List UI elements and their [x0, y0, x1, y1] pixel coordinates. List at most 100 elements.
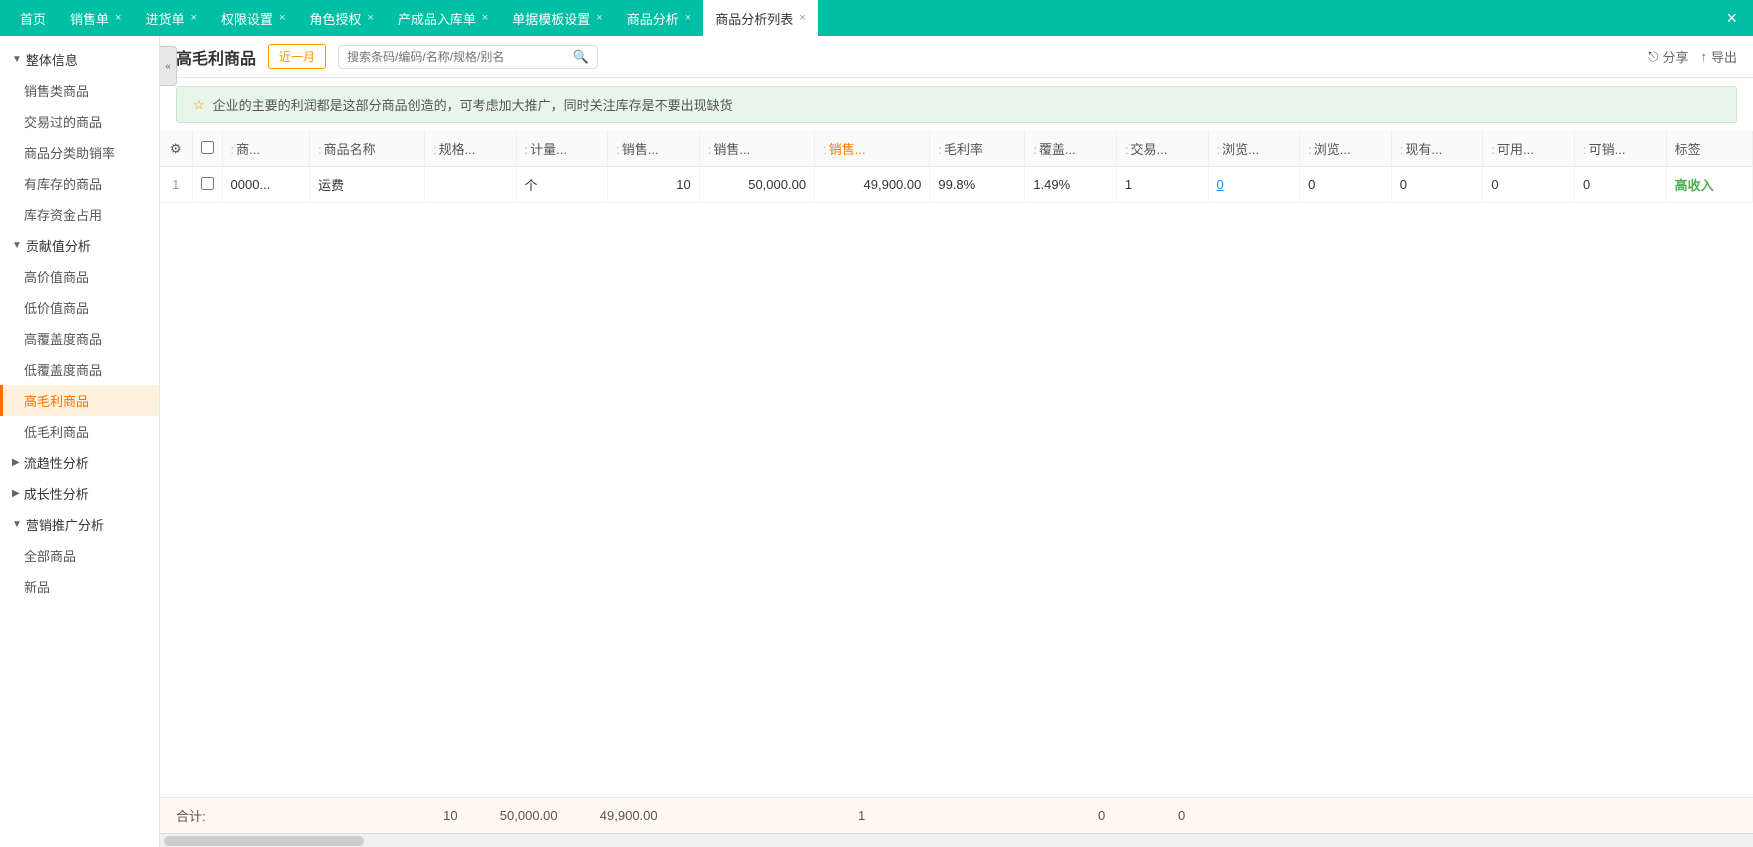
select-all-checkbox[interactable]	[201, 141, 214, 154]
footer-current: 0	[1066, 808, 1146, 823]
arrow-icon-contribution: ▼	[12, 240, 22, 251]
close-analysis-tab[interactable]: ×	[685, 12, 691, 24]
sidebar-item-all-products[interactable]: 全部商品	[0, 540, 159, 571]
col-saleable[interactable]: 可销...	[1574, 131, 1666, 167]
row-browse2: 0	[1300, 167, 1392, 203]
row-index: 1	[160, 167, 192, 203]
footer-values: 10 50,000.00 49,900.00 1 0 0	[286, 808, 1737, 823]
sidebar-item-high-margin[interactable]: 高毛利商品	[0, 385, 159, 416]
footer-empty3	[906, 808, 986, 823]
close-role-tab[interactable]: ×	[367, 12, 373, 24]
footer-empty4	[986, 808, 1066, 823]
info-icon: ☆	[193, 97, 205, 113]
content-area: « 高毛利商品 近一月 🔍 ⎋ 分享 ↑ 导出 ☆ 企	[160, 36, 1753, 847]
footer-sales-amount: 50,000.00	[466, 808, 566, 823]
nav-item-home[interactable]: 首页	[8, 0, 58, 36]
close-inbound-tab[interactable]: ×	[482, 12, 488, 24]
col-spec[interactable]: 规格...	[424, 131, 516, 167]
product-table-container: ⚙ 商... 商品名称 规格... 计量... 销售... 销售... 销售..…	[160, 131, 1753, 811]
col-code[interactable]: 商...	[222, 131, 309, 167]
col-available[interactable]: 可用...	[1483, 131, 1575, 167]
search-icon[interactable]: 🔍	[573, 49, 589, 65]
col-coverage[interactable]: 覆盖...	[1025, 131, 1117, 167]
sidebar-item-stock-capital[interactable]: 库存资金占用	[0, 199, 159, 230]
row-sales-amount: 50,000.00	[699, 167, 814, 203]
share-icon: ⎋	[1648, 49, 1658, 65]
nav-item-permission[interactable]: 权限设置 ×	[209, 0, 297, 36]
nav-item-role[interactable]: 角色授权 ×	[297, 0, 385, 36]
nav-item-purchase[interactable]: 进货单 ×	[133, 0, 208, 36]
arrow-icon-trend: ▶	[12, 457, 20, 468]
sidebar-group-overview[interactable]: ▼ 整体信息	[0, 44, 159, 75]
nav-item-analysis[interactable]: 商品分析 ×	[615, 0, 703, 36]
col-sales-cost[interactable]: 销售...	[815, 131, 930, 167]
row-spec	[424, 167, 516, 203]
row-code: 0000...	[222, 167, 309, 203]
col-current[interactable]: 现有...	[1391, 131, 1483, 167]
close-template-tab[interactable]: ×	[596, 12, 602, 24]
sidebar-group-marketing[interactable]: ▼ 营销推广分析	[0, 509, 159, 540]
nav-item-analysis-list[interactable]: 商品分析列表 ×	[703, 0, 817, 36]
footer-empty1	[666, 808, 746, 823]
row-available: 0	[1483, 167, 1575, 203]
header-actions: ⎋ 分享 ↑ 导出	[1648, 47, 1737, 66]
col-sales-qty[interactable]: 销售...	[608, 131, 700, 167]
col-sales-amount[interactable]: 销售...	[699, 131, 814, 167]
row-gross-rate: 99.8%	[930, 167, 1025, 203]
col-settings[interactable]: ⚙	[160, 131, 192, 167]
row-checkbox[interactable]	[201, 177, 214, 190]
nav-item-template[interactable]: 单据模板设置 ×	[500, 0, 614, 36]
sidebar-group-contribution[interactable]: ▼ 贡献值分析	[0, 230, 159, 261]
sidebar-collapse-button[interactable]: «	[160, 46, 177, 86]
nav-item-sales[interactable]: 销售单 ×	[58, 0, 133, 36]
footer-total-bar: 合计: 10 50,000.00 49,900.00 1 0 0	[160, 797, 1753, 833]
search-input[interactable]	[347, 50, 569, 64]
row-coverage: 1.49%	[1025, 167, 1117, 203]
sidebar-group-trend[interactable]: ▶ 流趋性分析	[0, 447, 159, 478]
footer-empty2	[746, 808, 826, 823]
col-unit[interactable]: 计量...	[516, 131, 608, 167]
row-browse1[interactable]: 0	[1208, 167, 1300, 203]
col-browse2[interactable]: 浏览...	[1300, 131, 1392, 167]
close-all-tabs-button[interactable]: ×	[1718, 8, 1745, 29]
row-name: 运费	[309, 167, 424, 203]
export-button[interactable]: ↑ 导出	[1700, 47, 1737, 66]
col-name[interactable]: 商品名称	[309, 131, 424, 167]
sidebar-item-high-value[interactable]: 高价值商品	[0, 261, 159, 292]
close-sales-tab[interactable]: ×	[115, 12, 121, 24]
arrow-icon: ▼	[12, 54, 22, 65]
page-title: 高毛利商品	[176, 45, 256, 69]
footer-available: 0	[1146, 808, 1226, 823]
row-checkbox-cell[interactable]	[192, 167, 222, 203]
table-header-row: ⚙ 商... 商品名称 规格... 计量... 销售... 销售... 销售..…	[160, 131, 1753, 167]
col-browse1[interactable]: 浏览...	[1208, 131, 1300, 167]
sidebar-group-growth[interactable]: ▶ 成长性分析	[0, 478, 159, 509]
scroll-thumb[interactable]	[164, 836, 364, 846]
filter-recent-month-button[interactable]: 近一月	[268, 44, 326, 69]
share-button[interactable]: ⎋ 分享	[1648, 47, 1688, 66]
sidebar-item-sales-products[interactable]: 销售类商品	[0, 75, 159, 106]
sidebar-item-low-margin[interactable]: 低毛利商品	[0, 416, 159, 447]
sidebar-item-high-coverage[interactable]: 高覆盖度商品	[0, 323, 159, 354]
sidebar: ▼ 整体信息 销售类商品 交易过的商品 商品分类助销率 有库存的商品 库存资金占…	[0, 36, 160, 847]
nav-item-inbound[interactable]: 产成品入库单 ×	[386, 0, 500, 36]
sidebar-item-low-value[interactable]: 低价值商品	[0, 292, 159, 323]
horizontal-scrollbar[interactable]	[160, 833, 1753, 847]
footer-trade: 1	[826, 808, 906, 823]
sidebar-item-new-products[interactable]: 新品	[0, 571, 159, 602]
col-checkbox[interactable]	[192, 131, 222, 167]
col-gross-rate[interactable]: 毛利率	[930, 131, 1025, 167]
search-box[interactable]: 🔍	[338, 45, 598, 69]
arrow-icon-growth: ▶	[12, 488, 20, 499]
row-tag: 高收入	[1666, 167, 1752, 203]
close-permission-tab[interactable]: ×	[279, 12, 285, 24]
arrow-icon-marketing: ▼	[12, 519, 22, 530]
col-trade[interactable]: 交易...	[1116, 131, 1208, 167]
footer-sales-cost: 49,900.00	[566, 808, 666, 823]
sidebar-item-in-stock[interactable]: 有库存的商品	[0, 168, 159, 199]
close-purchase-tab[interactable]: ×	[190, 12, 196, 24]
sidebar-item-traded-products[interactable]: 交易过的商品	[0, 106, 159, 137]
sidebar-item-low-coverage[interactable]: 低覆盖度商品	[0, 354, 159, 385]
sidebar-item-category-sales-rate[interactable]: 商品分类助销率	[0, 137, 159, 168]
close-analysis-list-tab[interactable]: ×	[799, 12, 805, 24]
